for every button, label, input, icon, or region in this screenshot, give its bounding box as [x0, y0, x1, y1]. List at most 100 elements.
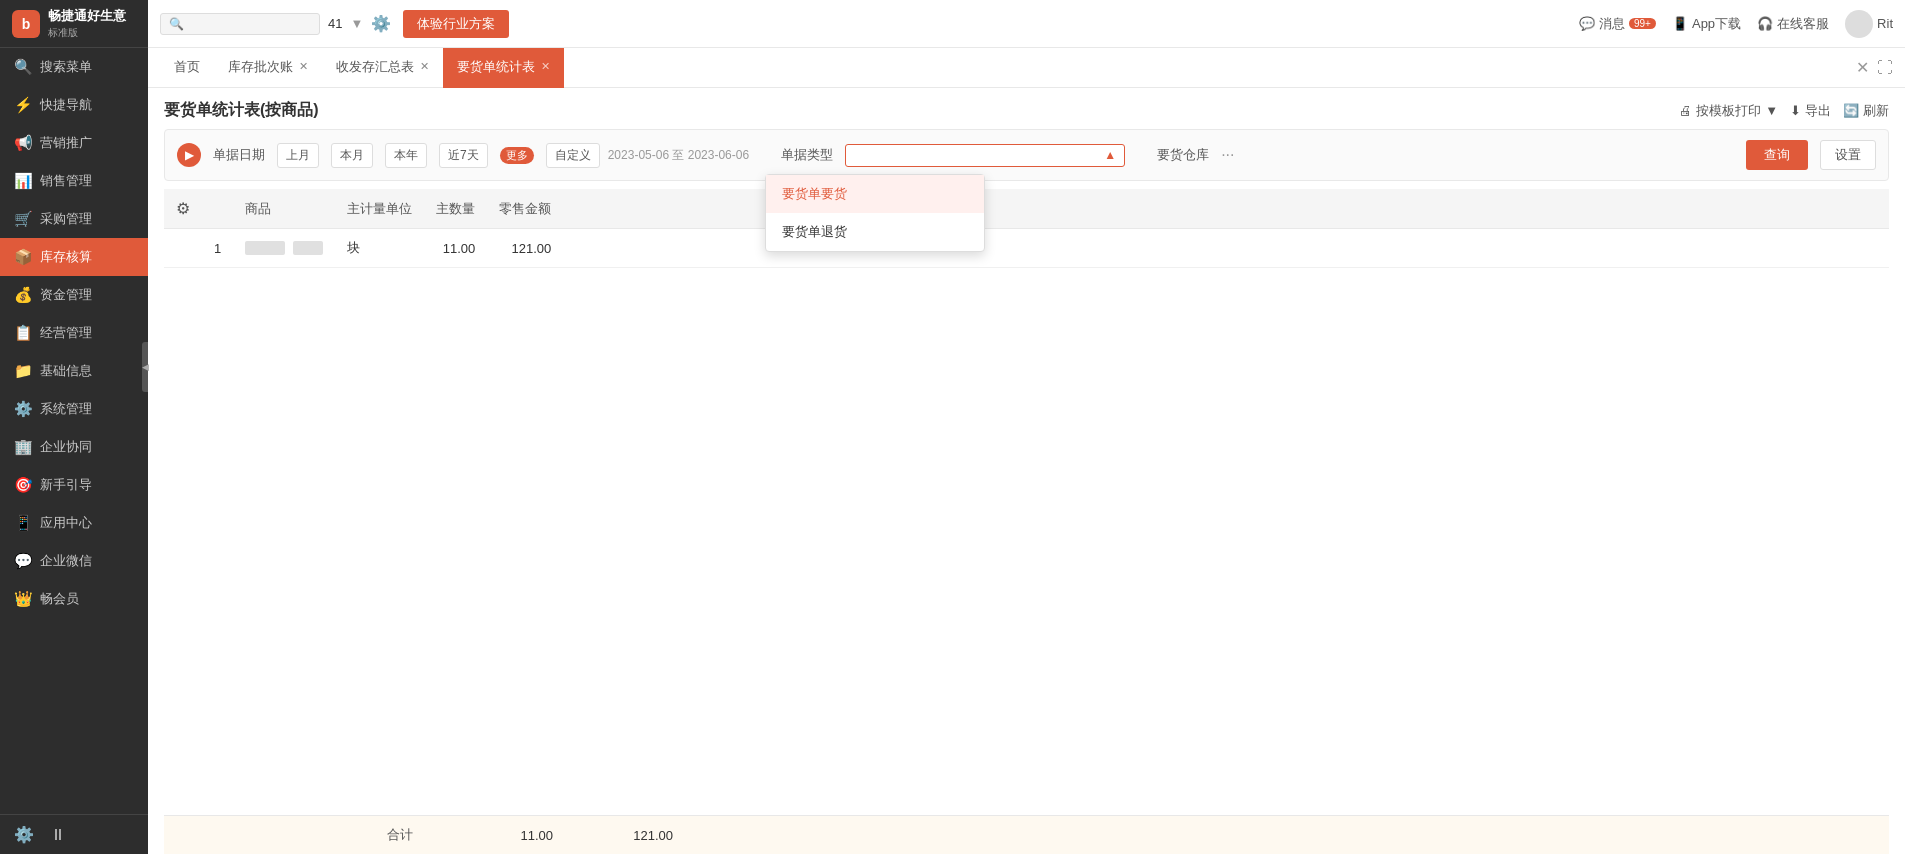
footer-label: 合计: [192, 826, 413, 844]
sidebar-item-quick-nav[interactable]: ⚡ 快捷导航: [0, 86, 148, 124]
message-icon: 💬: [1579, 16, 1595, 31]
tab-close-all-icon[interactable]: ✕: [1856, 58, 1869, 77]
sidebar-bottom: ⚙️ ⏸: [0, 814, 148, 854]
footer-amount: 121.00: [573, 828, 673, 843]
dropdown-item-demand-return[interactable]: 要货单退货: [766, 213, 984, 251]
sidebar-item-marketing[interactable]: 📢 营销推广: [0, 124, 148, 162]
data-table: ⚙ 商品 主计量单位 主数量 零售金额 1: [164, 189, 1889, 268]
print-template-action[interactable]: 🖨 按模板打印 ▼: [1679, 102, 1778, 120]
row-settings-cell: [164, 229, 202, 268]
type-filter-label: 单据类型: [781, 146, 833, 164]
row-amount-cell: 121.00: [487, 229, 563, 268]
date-btn-last-month[interactable]: 上月: [277, 143, 319, 168]
row-index-cell: 1: [202, 229, 233, 268]
table-unit-col: 主计量单位: [335, 189, 424, 229]
sidebar-item-member[interactable]: 👑 畅会员: [0, 580, 148, 618]
inventory-icon: 📦: [14, 248, 32, 266]
dropdown-item-demand-order[interactable]: 要货单要货: [766, 175, 984, 213]
app-logo-icon: b: [12, 10, 40, 38]
header-dropdown-arrow[interactable]: ▼: [350, 16, 363, 31]
guide-icon: 🎯: [14, 476, 32, 494]
tab-inventory-batch[interactable]: 库存批次账 ✕: [214, 48, 322, 88]
message-badge: 99+: [1629, 18, 1656, 29]
online-service-item[interactable]: 🎧 在线客服: [1757, 15, 1829, 33]
marketing-icon: 📢: [14, 134, 32, 152]
app-center-icon: 📱: [14, 514, 32, 532]
top-header: 🔍 41 ▼ ⚙️ 体验行业方案 💬 消息 99+ 📱 App下载 🎧 在线客服…: [148, 0, 1905, 48]
filter-settings-btn[interactable]: 设置: [1820, 140, 1876, 170]
date-range-display: 2023-05-06 至 2023-06-06: [608, 147, 749, 164]
close-tab-demand-summary[interactable]: ✕: [541, 60, 550, 73]
settings-bottom-icon[interactable]: ⚙️: [14, 825, 34, 844]
sidebar-item-app-center[interactable]: 📱 应用中心: [0, 504, 148, 542]
date-more-badge[interactable]: 更多: [500, 147, 534, 164]
tab-receive-summary[interactable]: 收发存汇总表 ✕: [322, 48, 443, 88]
avatar: [1845, 10, 1873, 38]
refresh-action[interactable]: 🔄 刷新: [1843, 102, 1889, 120]
tab-demand-summary[interactable]: 要货单统计表 ✕: [443, 48, 564, 88]
header-settings-icon[interactable]: ⚙️: [371, 14, 391, 33]
type-dropdown: 要货单要货 要货单退货: [765, 174, 985, 252]
close-tab-receive-summary[interactable]: ✕: [420, 60, 429, 73]
table-footer: 合计 11.00 121.00: [164, 815, 1889, 854]
warehouse-filter-more-icon[interactable]: ···: [1221, 146, 1234, 164]
wechat-icon: 💬: [14, 552, 32, 570]
table-product-col: 商品: [233, 189, 335, 229]
operation-icon: 📋: [14, 324, 32, 342]
type-filter-dropdown-icon[interactable]: ▲: [1104, 148, 1116, 162]
row-product-cell: [233, 229, 335, 268]
page-title-bar: 要货单统计表(按商品) 🖨 按模板打印 ▼ ⬇ 导出 🔄 刷新: [148, 88, 1905, 129]
sidebar-item-operation[interactable]: 📋 经营管理: [0, 314, 148, 352]
sidebar-resize-handle[interactable]: ◀: [142, 342, 148, 392]
enterprise-icon: 🏢: [14, 438, 32, 456]
date-custom-btn[interactable]: 自定义: [546, 143, 600, 168]
sidebar-item-wechat[interactable]: 💬 企业微信: [0, 542, 148, 580]
filter-expand-btn[interactable]: ▶: [177, 143, 201, 167]
table-row: 1 块 11.00: [164, 229, 1889, 268]
table-amount-col: 零售金额: [487, 189, 563, 229]
search-nav-icon: 🔍: [14, 58, 32, 76]
type-filter-input-wrapper[interactable]: ▲: [845, 144, 1125, 167]
page-content: 要货单统计表(按商品) 🖨 按模板打印 ▼ ⬇ 导出 🔄 刷新 ▶: [148, 88, 1905, 854]
main-content: 🔍 41 ▼ ⚙️ 体验行业方案 💬 消息 99+ 📱 App下载 🎧 在线客服…: [148, 0, 1905, 854]
type-filter-input[interactable]: [854, 148, 1100, 163]
row-unit-cell: 块: [335, 229, 424, 268]
table-body: 1 块 11.00: [164, 229, 1889, 268]
table-header-row: ⚙ 商品 主计量单位 主数量 零售金额: [164, 189, 1889, 229]
table-extra-col: [563, 189, 1889, 229]
sidebar-item-finance[interactable]: 💰 资金管理: [0, 276, 148, 314]
sidebar-item-inventory[interactable]: 📦 库存核算: [0, 238, 148, 276]
app-download-item[interactable]: 📱 App下载: [1672, 15, 1741, 33]
date-btn-this-year[interactable]: 本年: [385, 143, 427, 168]
query-btn[interactable]: 查询: [1746, 140, 1808, 170]
sidebar: b 畅捷通好生意 标准版 🔍 搜索菜单 ⚡ 快捷导航 📢 营销推广 📊 销售管理…: [0, 0, 148, 854]
table-settings-col[interactable]: ⚙: [164, 189, 202, 229]
sidebar-nav: 🔍 搜索菜单 ⚡ 快捷导航 📢 营销推广 📊 销售管理 🛒 采购管理 📦 库存核…: [0, 48, 148, 814]
sales-icon: 📊: [14, 172, 32, 190]
sidebar-item-enterprise[interactable]: 🏢 企业协同: [0, 428, 148, 466]
trial-btn[interactable]: 体验行业方案: [403, 10, 509, 38]
filter-bar: ▶ 单据日期 上月 本月 本年 近7天 更多 自定义 2023-05-06 至 …: [164, 129, 1889, 181]
row-quantity-cell: 11.00: [424, 229, 487, 268]
close-tab-inventory-batch[interactable]: ✕: [299, 60, 308, 73]
message-item[interactable]: 💬 消息 99+: [1579, 15, 1656, 33]
export-action[interactable]: ⬇ 导出: [1790, 102, 1831, 120]
collapse-icon[interactable]: ⏸: [50, 826, 66, 844]
page-actions: 🖨 按模板打印 ▼ ⬇ 导出 🔄 刷新: [1679, 102, 1889, 120]
search-icon: 🔍: [169, 17, 184, 31]
date-btn-7days[interactable]: 近7天: [439, 143, 488, 168]
sidebar-item-search[interactable]: 🔍 搜索菜单: [0, 48, 148, 86]
sidebar-item-basic-info[interactable]: 📁 基础信息: [0, 352, 148, 390]
tab-expand-icon[interactable]: ⛶: [1877, 59, 1893, 77]
date-btn-this-month[interactable]: 本月: [331, 143, 373, 168]
user-avatar-item[interactable]: Rit: [1845, 10, 1893, 38]
sidebar-item-purchase[interactable]: 🛒 采购管理: [0, 200, 148, 238]
sidebar-item-guide[interactable]: 🎯 新手引导: [0, 466, 148, 504]
tab-bar-right: ✕ ⛶: [1856, 58, 1893, 77]
sidebar-item-sales[interactable]: 📊 销售管理: [0, 162, 148, 200]
table-index-col: [202, 189, 233, 229]
sidebar-item-system[interactable]: ⚙️ 系统管理: [0, 390, 148, 428]
finance-icon: 💰: [14, 286, 32, 304]
tab-bar: 首页 库存批次账 ✕ 收发存汇总表 ✕ 要货单统计表 ✕ ✕ ⛶: [148, 48, 1905, 88]
tab-home[interactable]: 首页: [160, 48, 214, 88]
